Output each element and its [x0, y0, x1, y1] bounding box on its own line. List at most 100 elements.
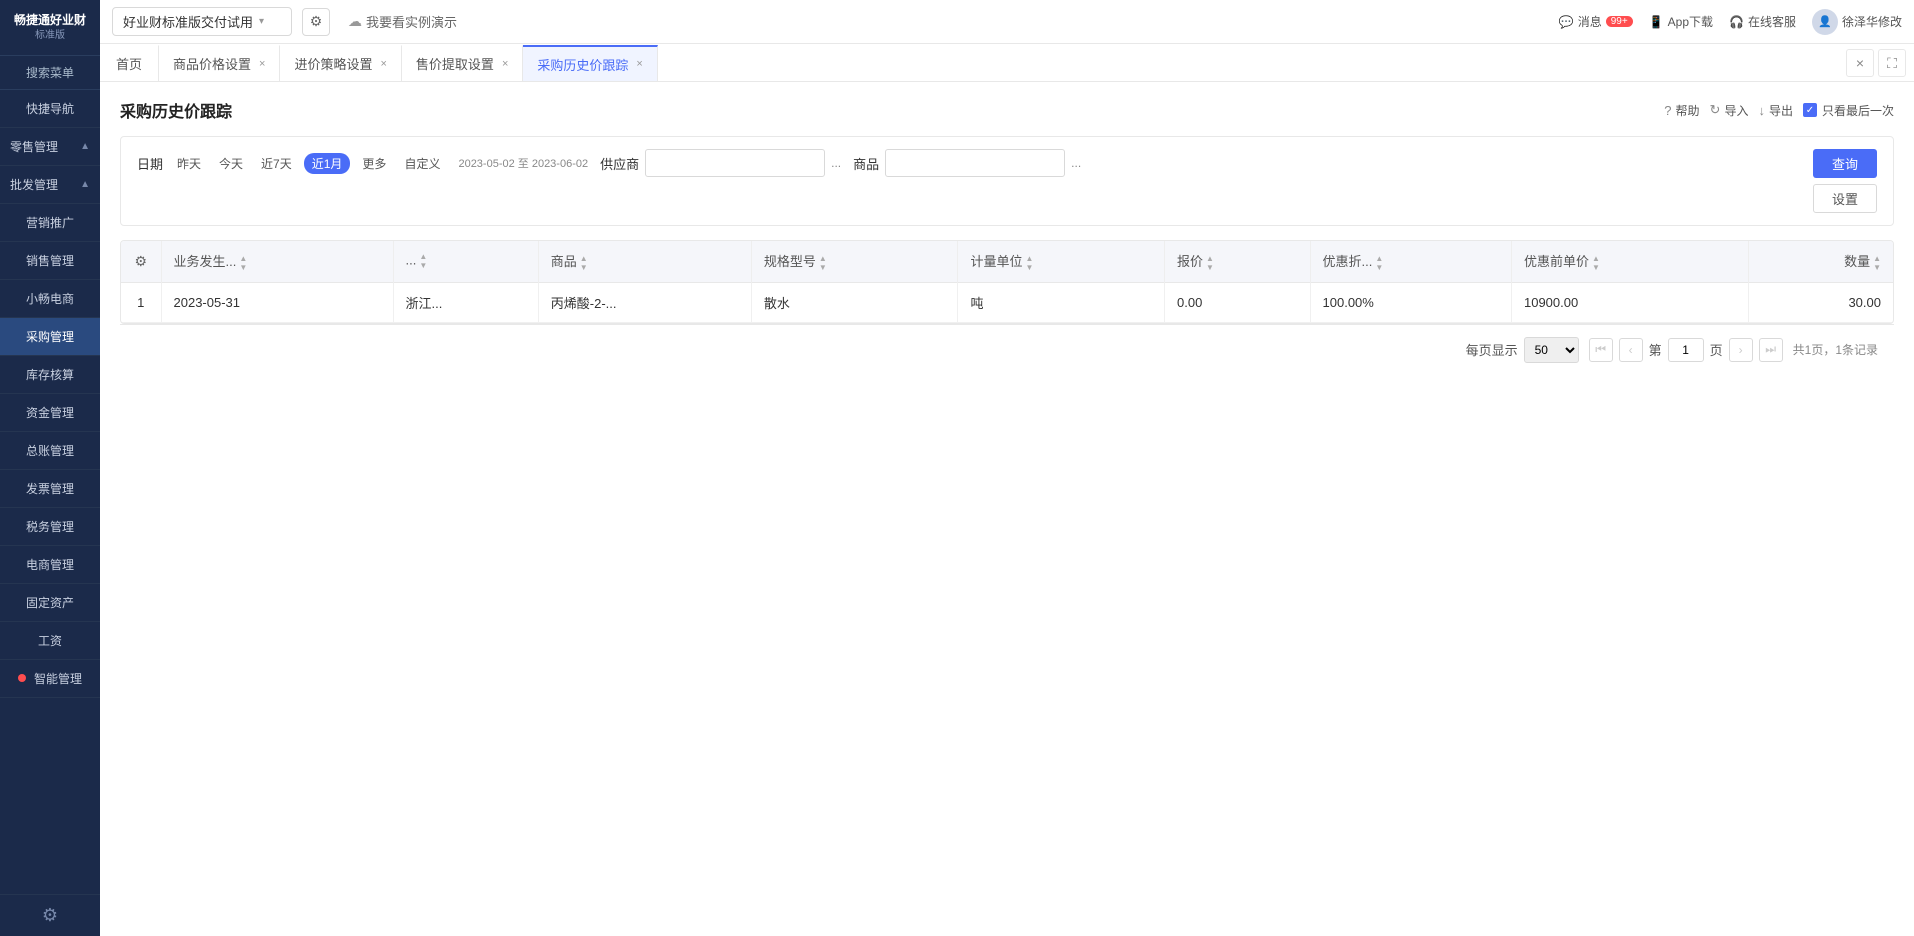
date-opt-custom[interactable]: 自定义 [398, 153, 446, 174]
prev-page-btn[interactable]: ‹ [1619, 338, 1643, 362]
th-gear[interactable]: ⚙ [121, 241, 161, 282]
close-icon-goods-price[interactable]: × [259, 58, 265, 70]
sidebar-item-finance[interactable]: 资金管理 [0, 394, 100, 432]
th-more[interactable]: ...▲▼ [393, 241, 538, 282]
th-date[interactable]: 业务发生...▲▼ [161, 241, 393, 282]
sidebar-item-inventory[interactable]: 库存核算 [0, 356, 100, 394]
tab-purchase-history-label: 采购历史价跟踪 [537, 55, 628, 74]
close-icon-purchase-history[interactable]: × [636, 58, 642, 70]
user-info-btn[interactable]: 👤 徐泽华修改 [1812, 9, 1902, 35]
message-icon: 💬 [1559, 15, 1574, 29]
sidebar-item-ecommerce[interactable]: 电商管理 [0, 546, 100, 584]
supplier-more-btn[interactable]: ... [831, 156, 841, 170]
goods-more-btn[interactable]: ... [1071, 156, 1081, 170]
gear-icon: ⚙ [310, 13, 323, 30]
user-name-label: 徐泽华修改 [1842, 13, 1902, 30]
sort-icon-unit: ▲▼ [1025, 254, 1033, 272]
expand-icon-retail: ▲ [80, 141, 90, 152]
th-quantity[interactable]: 数量▲▼ [1749, 241, 1893, 282]
topbar-gear-btn[interactable]: ⚙ [302, 8, 330, 36]
sidebar-item-salary[interactable]: 工资 [0, 622, 100, 660]
filter-bar: 日期 昨天 今天 近7天 近1月 更多 自定义 2023-05-02 至 202… [120, 136, 1894, 226]
sidebar-item-sales[interactable]: 销售管理 [0, 242, 100, 280]
only-last-checkbox[interactable]: ✓ [1803, 103, 1817, 117]
goods-filter-group: 商品 ... [853, 149, 1081, 177]
tab-goods-price-label: 商品价格设置 [173, 54, 251, 73]
supplier-filter-group: 供应商 ... [600, 149, 841, 177]
goods-label: 商品 [853, 154, 879, 173]
help-label: 帮助 [1676, 102, 1700, 119]
sidebar-item-invoice[interactable]: 发票管理 [0, 470, 100, 508]
gear-col-icon[interactable]: ⚙ [134, 253, 147, 269]
sidebar: 畅捷通好业财 标准版 搜索菜单 快捷导航 零售管理 ▲ 批发管理 ▲ 营销推广 … [0, 0, 100, 936]
th-price[interactable]: 报价▲▼ [1165, 241, 1310, 282]
date-opt-today[interactable]: 今天 [213, 153, 249, 174]
setting-btn[interactable]: 设置 [1813, 184, 1877, 213]
sidebar-quick-nav[interactable]: 快捷导航 [0, 90, 100, 128]
sidebar-item-fixed-assets[interactable]: 固定资产 [0, 584, 100, 622]
sidebar-logo: 畅捷通好业财 标准版 [0, 0, 100, 56]
sidebar-item-marketing[interactable]: 营销推广 [0, 204, 100, 242]
sort-icon-price-before: ▲▼ [1592, 254, 1600, 272]
th-goods[interactable]: 商品▲▼ [538, 241, 751, 282]
date-opt-yesterday[interactable]: 昨天 [171, 153, 207, 174]
th-price-before[interactable]: 优惠前单价▲▼ [1511, 241, 1748, 282]
close-icon-purchase-strategy[interactable]: × [380, 58, 386, 70]
date-range-text: 2023-05-02 至 2023-06-02 [458, 155, 588, 171]
tabbar-right: × ⛶ [1834, 45, 1914, 81]
tab-sale-price[interactable]: 售价提取设置 × [402, 45, 523, 81]
product-name-label: 好业财标准版交付试用 [123, 12, 253, 31]
chevron-down-icon: ▾ [259, 16, 264, 27]
message-btn[interactable]: 💬 消息 99+ [1559, 13, 1633, 30]
export-btn[interactable]: ↓ 导出 [1758, 102, 1793, 119]
tab-goods-price[interactable]: 商品价格设置 × [159, 45, 280, 81]
page-title: 采购历史价跟踪 [120, 98, 232, 122]
sidebar-item-purchase[interactable]: 采购管理 [0, 318, 100, 356]
per-page-wrap: 每页显示 50 10 20 100 [1466, 337, 1579, 363]
tab-purchase-strategy[interactable]: 进价策略设置 × [280, 45, 401, 81]
import-btn[interactable]: ↻ 导入 [1710, 102, 1749, 119]
sidebar-item-tax[interactable]: 税务管理 [0, 508, 100, 546]
online-service-btn[interactable]: 🎧 在线客服 [1729, 13, 1796, 30]
total-info-text: 共1页，1条记录 [1793, 341, 1878, 358]
date-opt-more[interactable]: 更多 [356, 153, 392, 174]
tab-home[interactable]: 首页 [100, 45, 159, 81]
th-spec[interactable]: 规格型号▲▼ [751, 241, 958, 282]
close-all-tabs-btn[interactable]: × [1846, 49, 1874, 77]
sidebar-settings-btn[interactable]: ⚙ [0, 894, 100, 936]
next-page-btn[interactable]: › [1729, 338, 1753, 362]
import-label: 导入 [1724, 102, 1748, 119]
tab-purchase-history[interactable]: 采购历史价跟踪 × [523, 45, 657, 81]
message-label: 消息 [1578, 13, 1602, 30]
date-opt-7days[interactable]: 近7天 [255, 153, 298, 174]
last-page-btn[interactable]: ⏭ [1759, 338, 1783, 362]
first-page-btn[interactable]: ⏮ [1589, 338, 1613, 362]
per-page-select[interactable]: 50 10 20 100 [1524, 337, 1579, 363]
close-icon-sale-price[interactable]: × [502, 58, 508, 70]
page-number-input[interactable] [1668, 338, 1704, 362]
query-btn[interactable]: 查询 [1813, 149, 1877, 178]
app-download-btn[interactable]: 📱 App下载 [1649, 13, 1713, 30]
only-last-checkbox-wrap[interactable]: ✓ 只看最后一次 [1803, 102, 1894, 119]
sidebar-item-ledger[interactable]: 总账管理 [0, 432, 100, 470]
sidebar-item-ai[interactable]: 智能管理 [0, 660, 100, 698]
supplier-input[interactable] [645, 149, 825, 177]
goods-input[interactable] [885, 149, 1065, 177]
sidebar-item-ecommerce-small[interactable]: 小畅电商 [0, 280, 100, 318]
fullscreen-btn[interactable]: ⛶ [1878, 49, 1906, 77]
only-last-label: 只看最后一次 [1822, 102, 1894, 119]
table-header-row: ⚙ 业务发生...▲▼ ...▲▼ 商品▲▼ [121, 241, 1893, 282]
th-discount[interactable]: 优惠折...▲▼ [1310, 241, 1511, 282]
cell-price-before: 10900.00 [1511, 282, 1748, 322]
page-content: 采购历史价跟踪 ? 帮助 ↻ 导入 ↓ 导出 ✓ [100, 82, 1914, 936]
sidebar-search[interactable]: 搜索菜单 [0, 56, 100, 90]
date-opt-1month[interactable]: 近1月 [304, 153, 351, 174]
th-unit[interactable]: 计量单位▲▼ [958, 241, 1165, 282]
sort-icon-quantity: ▲▼ [1873, 254, 1881, 272]
demo-link[interactable]: ☁ 我要看实例演示 [348, 12, 457, 31]
sidebar-item-wholesale[interactable]: 批发管理 ▲ [0, 166, 100, 204]
sidebar-item-retail[interactable]: 零售管理 ▲ [0, 128, 100, 166]
sort-icon-goods: ▲▼ [580, 254, 588, 272]
help-btn[interactable]: ? 帮助 [1664, 102, 1699, 119]
product-select[interactable]: 好业财标准版交付试用 ▾ [112, 7, 292, 36]
